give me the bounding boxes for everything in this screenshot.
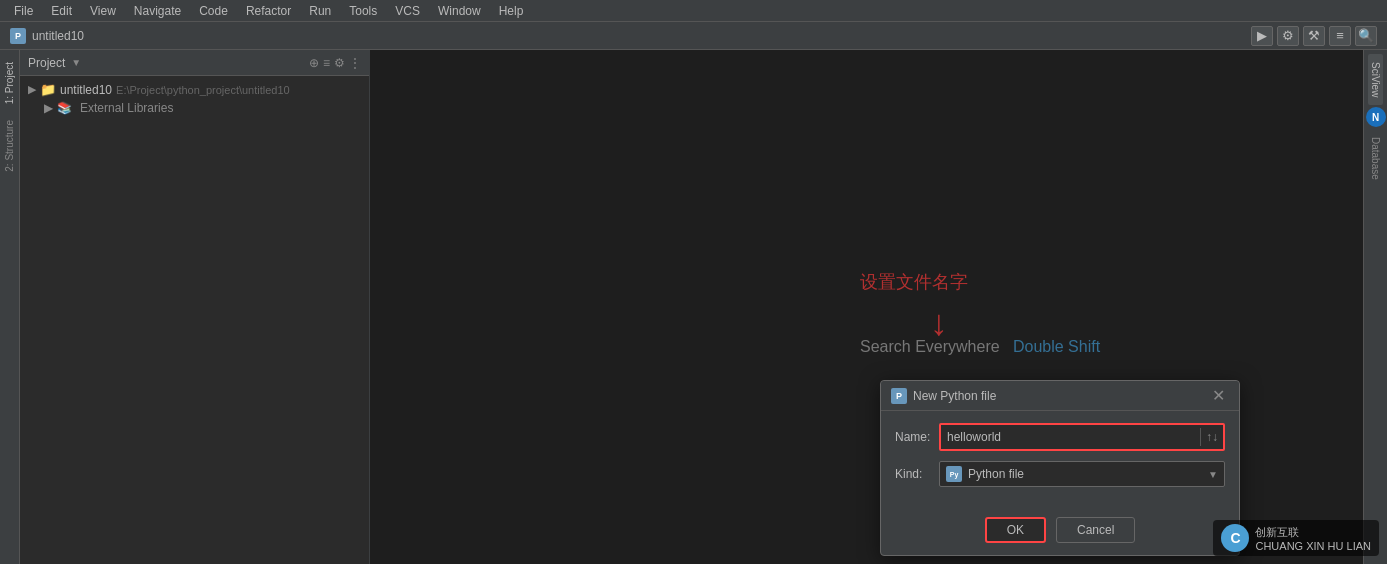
dialog-title-text: New Python file bbox=[913, 389, 1208, 403]
project-path: E:\Project\python_project\untitled10 bbox=[116, 84, 290, 96]
new-python-file-dialog: P New Python file ✕ Name: ↑↓ Kind: bbox=[880, 380, 1240, 556]
locate-icon[interactable]: ⊕ bbox=[309, 56, 319, 70]
project-panel: Project ▼ ⊕ ≡ ⚙ ⋮ ▶ 📁 untitled10 E:\Proj… bbox=[20, 50, 370, 564]
structure-tab[interactable]: 2: Structure bbox=[2, 112, 17, 180]
aixcoder-icon[interactable]: N bbox=[1366, 107, 1386, 127]
project-dropdown-icon[interactable]: ▼ bbox=[71, 57, 81, 68]
folder-icon: 📁 bbox=[40, 82, 56, 97]
project-header-title: Project bbox=[28, 56, 65, 70]
menu-bar: File Edit View Navigate Code Refactor Ru… bbox=[0, 0, 1387, 22]
menu-vcs[interactable]: VCS bbox=[387, 2, 428, 20]
menu-file[interactable]: File bbox=[6, 2, 41, 20]
app-icon: P bbox=[10, 28, 26, 44]
dialog-body: Name: ↑↓ Kind: Py Python file ▼ bbox=[881, 411, 1239, 509]
dialog-name-label: Name: bbox=[895, 430, 931, 444]
dialog-kind-label: Kind: bbox=[895, 467, 931, 481]
dialog-name-input-wrap: ↑↓ bbox=[939, 423, 1225, 451]
dropdown-arrow-icon: ▼ bbox=[1208, 469, 1218, 480]
library-icon: 📚 bbox=[57, 101, 72, 115]
search-everywhere-button[interactable]: 🔍 bbox=[1355, 26, 1377, 46]
project-tree: ▶ 📁 untitled10 E:\Project\python_project… bbox=[20, 76, 369, 121]
external-libraries-item[interactable]: ▶ 📚 External Libraries bbox=[20, 99, 369, 117]
menu-edit[interactable]: Edit bbox=[43, 2, 80, 20]
title-bar: P untitled10 ▶ ⚙ ⚒ ≡ 🔍 bbox=[0, 22, 1387, 50]
dialog-kind-select[interactable]: Py Python file ▼ bbox=[939, 461, 1225, 487]
menu-window[interactable]: Window bbox=[430, 2, 489, 20]
more-icon[interactable]: ⋮ bbox=[349, 56, 361, 70]
dialog-footer: OK Cancel bbox=[881, 509, 1239, 555]
dialog-close-button[interactable]: ✕ bbox=[1208, 386, 1229, 406]
dialog-cancel-button[interactable]: Cancel bbox=[1056, 517, 1135, 543]
external-libraries-icon: ▶ bbox=[44, 101, 53, 115]
dialog-kind-value: Python file bbox=[968, 467, 1202, 481]
dialog-kind-row: Kind: Py Python file ▼ bbox=[895, 461, 1225, 487]
project-name: untitled10 bbox=[60, 83, 112, 97]
python-file-icon: Py bbox=[946, 466, 962, 482]
settings-button[interactable]: ≡ bbox=[1329, 26, 1351, 46]
watermark-text: 创新互联CHUANG XIN HU LIAN bbox=[1255, 525, 1371, 552]
menu-help[interactable]: Help bbox=[491, 2, 532, 20]
menu-navigate[interactable]: Navigate bbox=[126, 2, 189, 20]
menu-refactor[interactable]: Refactor bbox=[238, 2, 299, 20]
database-panel-button[interactable]: Database bbox=[1368, 129, 1383, 188]
build-button[interactable]: ⚒ bbox=[1303, 26, 1325, 46]
dialog-name-input[interactable] bbox=[941, 425, 1200, 449]
menu-code[interactable]: Code bbox=[191, 2, 236, 20]
debug-button[interactable]: ⚙ bbox=[1277, 26, 1299, 46]
collapse-icon[interactable]: ≡ bbox=[323, 56, 330, 70]
dialog-sort-button[interactable]: ↑↓ bbox=[1200, 428, 1223, 446]
menu-run[interactable]: Run bbox=[301, 2, 339, 20]
menu-tools[interactable]: Tools bbox=[341, 2, 385, 20]
editor-area: 设置文件名字 ↓ Search Everywhere Double Shift … bbox=[370, 50, 1363, 564]
external-libraries-label: External Libraries bbox=[80, 101, 173, 115]
dialog-app-icon: P bbox=[891, 388, 907, 404]
gear-icon[interactable]: ⚙ bbox=[334, 56, 345, 70]
right-sidebar: SciView N Database bbox=[1363, 50, 1387, 564]
window-title: untitled10 bbox=[32, 29, 84, 43]
project-tab[interactable]: 1: Project bbox=[2, 54, 17, 112]
dialog-title-bar: P New Python file ✕ bbox=[881, 381, 1239, 411]
dialog-ok-button[interactable]: OK bbox=[985, 517, 1046, 543]
expand-arrow-icon: ▶ bbox=[28, 83, 36, 96]
dialog-name-row: Name: ↑↓ bbox=[895, 423, 1225, 451]
sciview-panel-button[interactable]: SciView bbox=[1368, 54, 1383, 105]
left-activity-bar: 1: Project 2: Structure bbox=[0, 50, 20, 564]
watermark: C 创新互联CHUANG XIN HU LIAN bbox=[1213, 520, 1379, 556]
project-panel-header: Project ▼ ⊕ ≡ ⚙ ⋮ bbox=[20, 50, 369, 76]
menu-view[interactable]: View bbox=[82, 2, 124, 20]
project-root-item[interactable]: ▶ 📁 untitled10 E:\Project\python_project… bbox=[20, 80, 369, 99]
run-button[interactable]: ▶ bbox=[1251, 26, 1273, 46]
watermark-icon: C bbox=[1221, 524, 1249, 552]
main-layout: 1: Project 2: Structure Project ▼ ⊕ ≡ ⚙ … bbox=[0, 50, 1387, 564]
